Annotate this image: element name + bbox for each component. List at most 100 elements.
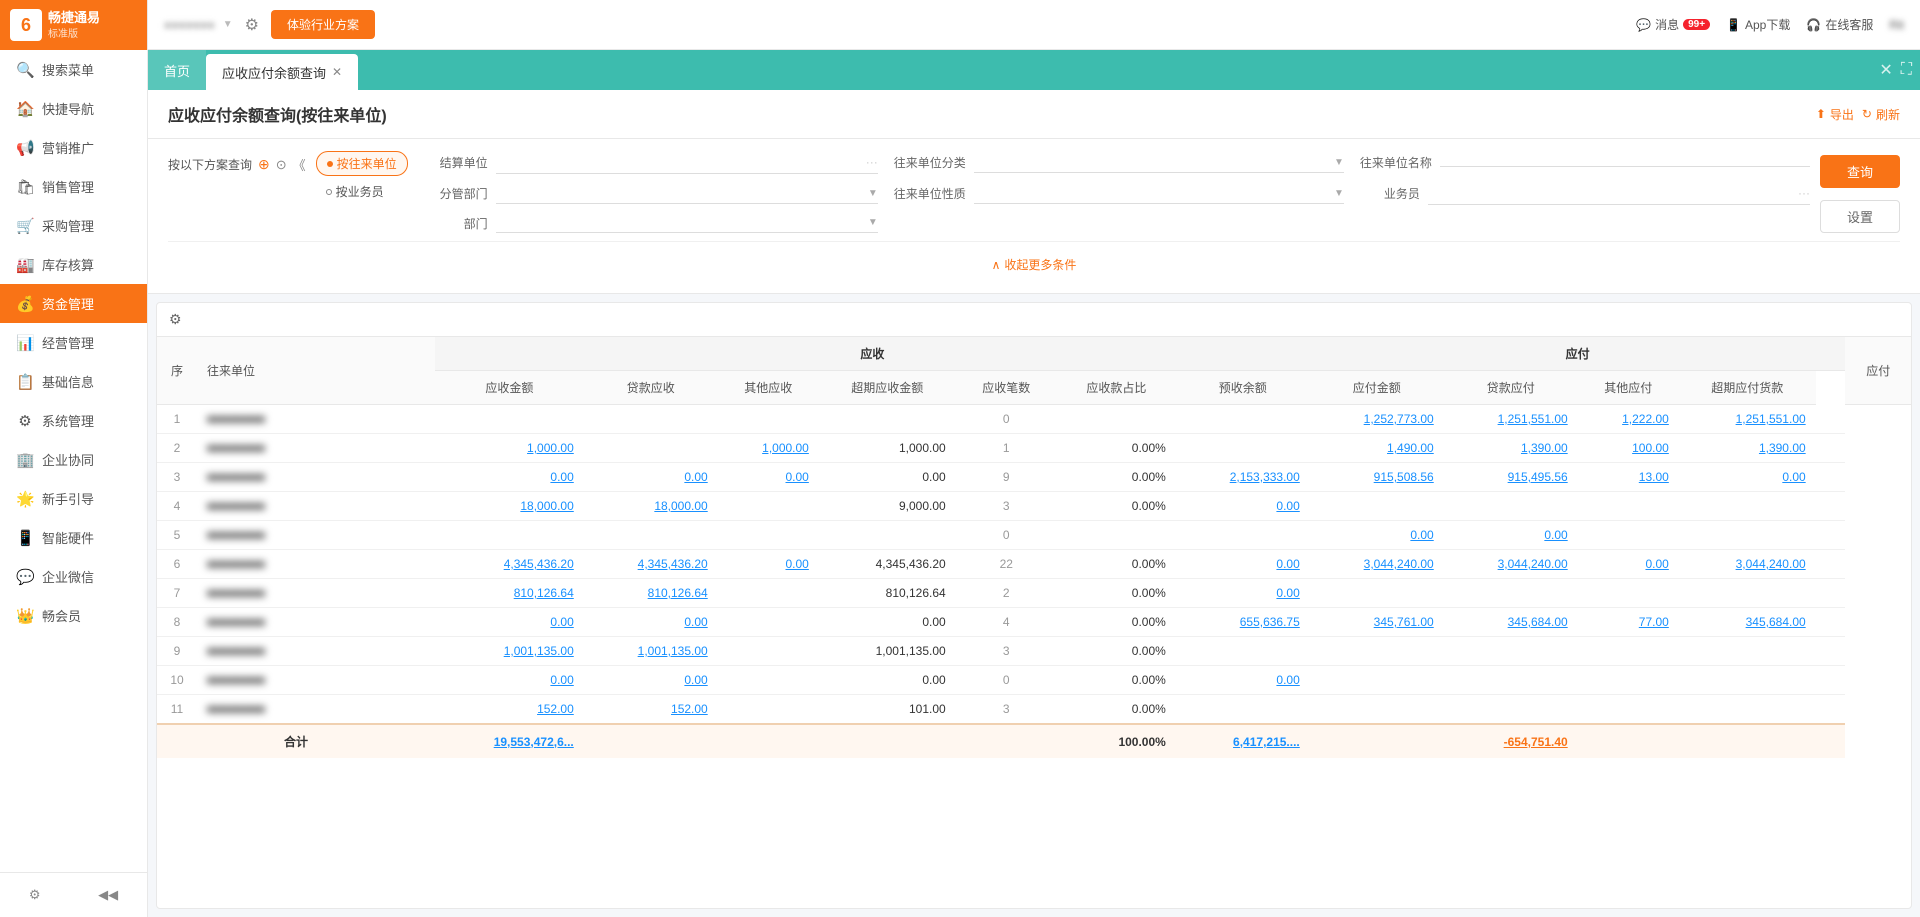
scheme-collapse-icon[interactable]: 《 [293,155,306,174]
dept-input[interactable]: ▼ [496,184,878,204]
table-settings-icon[interactable]: ⚙ [169,311,182,328]
salesperson-input[interactable]: ··· [1428,182,1810,205]
scheme-by-salesperson[interactable]: 按业务员 [316,180,408,203]
col-ap-loan: 贷款应付 [1444,371,1578,405]
sidebar-item-finance[interactable]: 💰 资金管理 [0,284,147,323]
service-label: 在线客服 [1825,16,1873,33]
sidebar-item-hardware[interactable]: 📱 智能硬件 [0,518,147,557]
partner-name-cell: ■■■■■■■■ [197,608,435,637]
partner-name-cell: ■■■■■■■■ [197,695,435,725]
table-row: 6■■■■■■■■4,345,436.204,345,436.200.004,3… [157,550,1911,579]
service-group[interactable]: 🎧 在线客服 [1806,16,1873,33]
logo-name: 畅捷通易 [48,10,100,26]
tab-fullscreen-icon[interactable]: ⛶ [1901,61,1912,79]
partner-name-cell: ■■■■■■■■ [197,637,435,666]
filter-setting-button[interactable]: 设置 [1820,200,1900,233]
sidebar-item-system[interactable]: ⚙ 系统管理 [0,401,147,440]
filter-field-salesperson: 业务员 ··· [1360,182,1810,205]
sidebar-item-label: 新手引导 [42,489,94,508]
download-icon: 📱 [1726,18,1741,32]
table-row: 9■■■■■■■■1,001,135.001,001,135.001,001,1… [157,637,1911,666]
table-row: 3■■■■■■■■0.000.000.000.0090.00%2,153,333… [157,463,1911,492]
tab-close-window-icon[interactable]: ✕ [1879,60,1892,80]
partner-name-input[interactable] [1440,158,1810,167]
add-scheme-icon[interactable]: ⊕ [258,156,270,173]
sidebar-item-label: 基础信息 [42,372,94,391]
sidebar-item-label: 智能硬件 [42,528,94,547]
partner-nature-input[interactable]: ▼ [974,184,1344,204]
sidebar-item-label: 搜索菜单 [42,60,94,79]
promo-button[interactable]: 体验行业方案 [271,10,375,39]
search-icon: 🔍 [16,61,34,79]
partner-name-cell: ■■■■■■■■ [197,405,435,434]
sidebar-item-label: 销售管理 [42,177,94,196]
download-label: App下载 [1745,16,1790,33]
page-title: 应收应付余额查询(按往来单位) [168,102,387,126]
sidebar-item-operation[interactable]: 📊 经营管理 [0,323,147,362]
sidebar-item-label: 企业微信 [42,567,94,586]
hardware-icon: 📱 [16,529,34,547]
col-partner: 往来单位 [197,337,435,405]
refresh-button[interactable]: ↻ 刷新 [1862,106,1900,123]
department-label: 部门 [428,215,488,232]
department-chevron-icon: ▼ [868,217,878,228]
download-group[interactable]: 📱 App下载 [1726,16,1790,33]
sidebar-item-quicknav[interactable]: 🏠 快捷导航 [0,89,147,128]
refresh-label: 刷新 [1876,106,1900,123]
col-ar-amount: 应收金额 [435,371,584,405]
query-button[interactable]: 查询 [1820,155,1900,188]
sidebar-item-sales[interactable]: 🛍 销售管理 [0,167,147,206]
page-header: 应收应付余额查询(按往来单位) ⬆ 导出 ↻ 刷新 [148,90,1920,139]
tab-close-icon[interactable]: ✕ [332,65,342,79]
sidebar-item-wechat[interactable]: 💬 企业微信 [0,557,147,596]
topbar-settings-icon[interactable]: ⚙ [245,15,259,35]
filter-field-department: 部门 ▼ [428,213,878,233]
collapse-sidebar-button[interactable]: ◀◀ [88,881,128,909]
sidebar-item-marketing[interactable]: 📢 营销推广 [0,128,147,167]
page-actions: ⬆ 导出 ↻ 刷新 [1816,106,1900,123]
sidebar-item-inventory[interactable]: 🏭 库存核算 [0,245,147,284]
logo-sub: 标准版 [48,25,100,40]
settlement-input[interactable]: ··· [496,151,878,174]
tab-report[interactable]: 应收应付余额查询 ✕ [206,54,358,90]
settings-footer-button[interactable]: ⚙ [19,881,51,909]
enterprise-icon: 🏢 [16,451,34,469]
tab-report-label: 应收应付余额查询 [222,63,326,82]
footer-ar-total: 19,553,472,6... [435,724,584,758]
user-name: Rit [1889,18,1904,32]
filter-field-partner-category: 往来单位分类 ▼ [894,151,1344,174]
partner-category-chevron-icon: ▼ [1334,157,1344,168]
sidebar-item-label: 畅会员 [42,606,81,625]
col-ar-overdue: 超期应收金额 [819,371,956,405]
tab-home[interactable]: 首页 [148,50,206,90]
topbar: ■■■■■■■ ▼ ⚙ 体验行业方案 💬 消息 99+ 📱 App下载 🎧 在线… [148,0,1920,50]
col-ap-extra: 应付 [1845,337,1911,405]
table-row: 5■■■■■■■■00.000.00 [157,521,1911,550]
sidebar-item-enterprise[interactable]: 🏢 企业协同 [0,440,147,479]
sidebar-item-basic[interactable]: 📋 基础信息 [0,362,147,401]
export-button[interactable]: ⬆ 导出 [1816,106,1854,123]
department-input[interactable]: ▼ [496,213,878,233]
group-ap: 应付 [1310,337,1846,371]
collapse-filter-button[interactable]: ∧ 收起更多条件 [982,252,1087,277]
marketing-icon: 📢 [16,139,34,157]
scheme-by-partner[interactable]: 按往来单位 [316,151,408,176]
user-group[interactable]: Rit [1889,18,1904,32]
partner-name-cell: ■■■■■■■■ [197,434,435,463]
sidebar-item-search[interactable]: 🔍 搜索菜单 [0,50,147,89]
scheme-partner-label: 按往来单位 [337,155,397,172]
footer-ar-loan [584,724,718,758]
table-toolbar: ⚙ [157,303,1911,337]
scheme-settings-icon[interactable]: ⊙ [276,157,287,173]
scheme-label: 按以下方案查询 [168,156,252,173]
sidebar-item-purchase[interactable]: 🛒 采购管理 [0,206,147,245]
sidebar-item-member[interactable]: 👑 畅会员 [0,596,147,635]
filter-field-partner-name: 往来单位名称 [1360,151,1810,174]
filter-field-settlement: 结算单位 ··· [428,151,878,174]
scheme-normal-dot [326,189,332,195]
main-content: 应收应付余额查询(按往来单位) ⬆ 导出 ↻ 刷新 按以下方案查询 ⊕ ⊙ 《 [148,90,1920,917]
footer-ap-extra [1816,724,1846,758]
notification-group[interactable]: 💬 消息 99+ [1636,16,1710,33]
partner-category-input[interactable]: ▼ [974,153,1344,173]
sidebar-item-guide[interactable]: 🌟 新手引导 [0,479,147,518]
